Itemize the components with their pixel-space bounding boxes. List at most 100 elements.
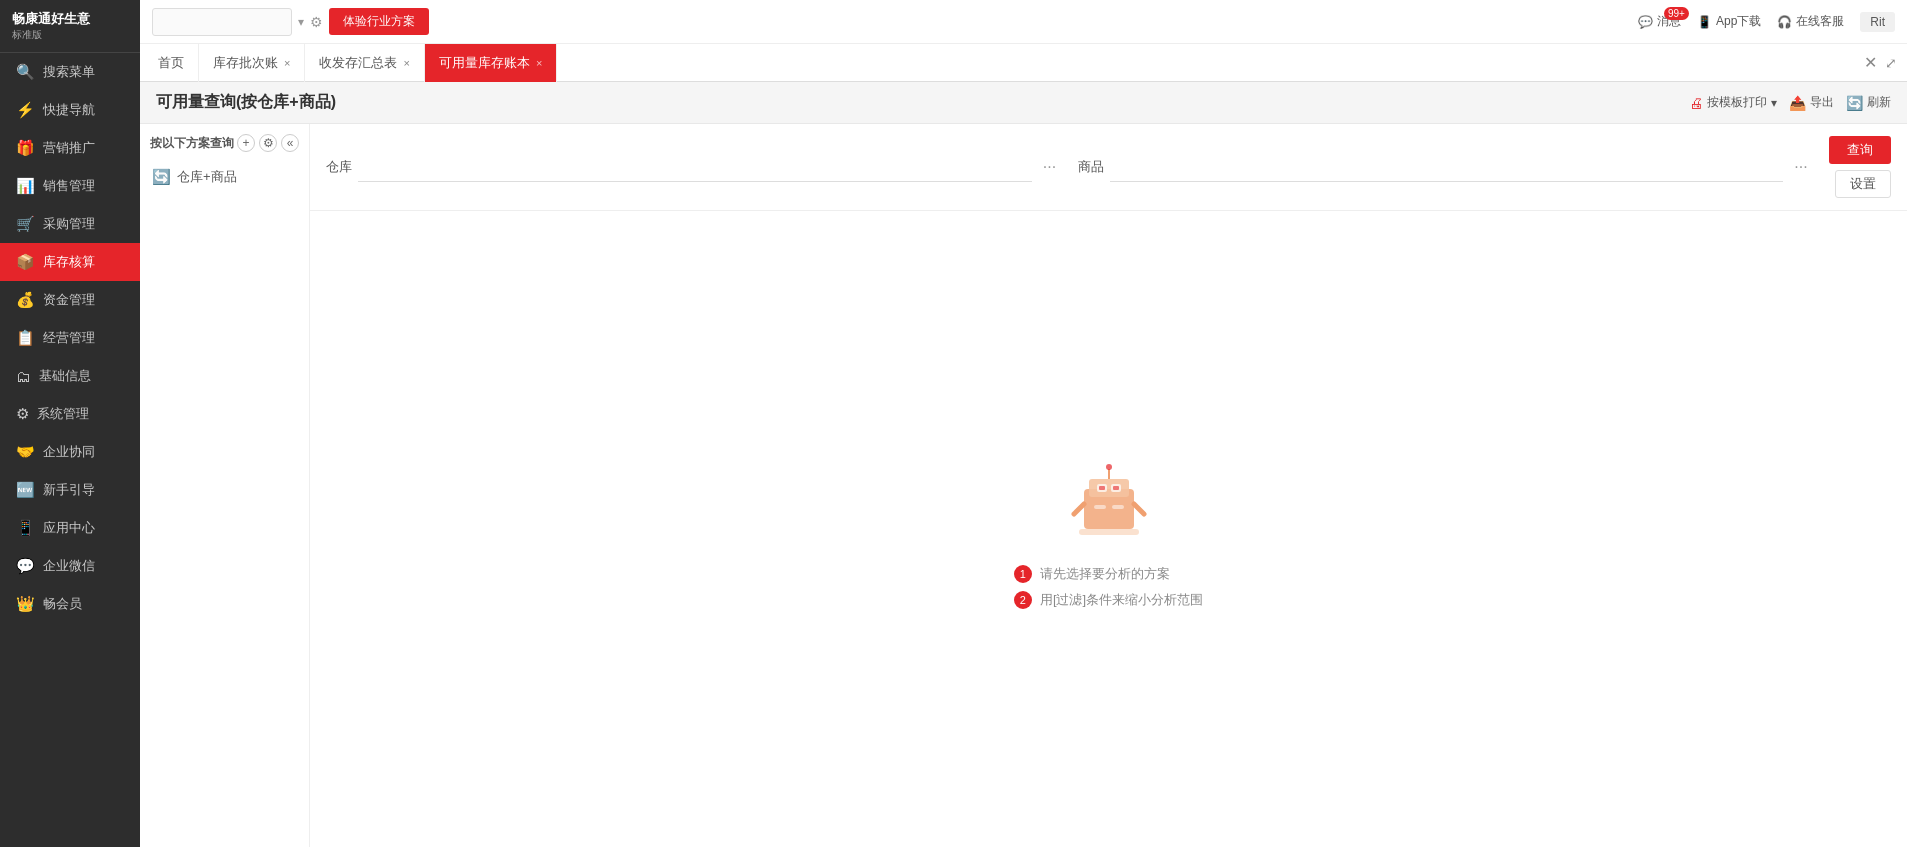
svg-line-9 (1134, 504, 1144, 514)
app-icon: 📱 (1697, 15, 1712, 29)
export-icon: 📤 (1789, 95, 1806, 111)
svg-rect-5 (1113, 486, 1119, 490)
search-input[interactable] (152, 8, 292, 36)
sidebar-item-quick-nav[interactable]: ⚡快捷导航 (0, 91, 140, 129)
empty-tip-1: 1 请先选择要分析的方案 (1014, 565, 1203, 583)
tab-batch-close-icon[interactable]: × (284, 57, 290, 69)
sidebar-item-marketing[interactable]: 🎁营销推广 (0, 129, 140, 167)
goods-input[interactable] (1110, 152, 1784, 182)
sidebar-item-label-base-info: 基础信息 (39, 367, 91, 385)
tab-available-close-icon[interactable]: × (536, 57, 542, 69)
tab-receive-close-icon[interactable]: × (403, 57, 409, 69)
base-info-icon: 🗂 (16, 368, 31, 385)
sidebar-item-wechat[interactable]: 💬企业微信 (0, 547, 140, 585)
close-all-tabs-icon[interactable]: ✕ (1864, 53, 1877, 72)
warehouse-filter-field: 仓库 ··· (326, 152, 1062, 182)
sidebar-item-label-marketing: 营销推广 (43, 139, 95, 157)
refresh-button[interactable]: 🔄 刷新 (1846, 94, 1891, 111)
print-icon: 🖨 (1689, 95, 1703, 111)
add-scheme-button[interactable]: + (237, 134, 255, 152)
sidebar-item-operations[interactable]: 📋经营管理 (0, 319, 140, 357)
right-panel: 仓库 ··· 商品 ··· 查询 设置 (310, 124, 1907, 847)
sidebar-item-label-operations: 经营管理 (43, 329, 95, 347)
inventory-icon: 📦 (16, 253, 35, 271)
svg-rect-10 (1079, 529, 1139, 535)
sidebar-item-inventory[interactable]: 📦库存核算 (0, 243, 140, 281)
user-profile-button[interactable]: Rit (1860, 12, 1895, 32)
scheme-header-title: 按以下方案查询 (150, 135, 234, 152)
scheme-warehouse-goods[interactable]: 🔄 仓库+商品 (140, 160, 309, 194)
sidebar-item-label-search: 搜索菜单 (43, 63, 95, 81)
sidebar-item-label-sales: 销售管理 (43, 177, 95, 195)
warehouse-more-button[interactable]: ··· (1038, 155, 1062, 179)
sidebar-item-label-newbie: 新手引导 (43, 481, 95, 499)
refresh-icon: 🔄 (1846, 95, 1863, 111)
purchase-icon: 🛒 (16, 215, 35, 233)
online-service-button[interactable]: 🎧 在线客服 (1777, 13, 1844, 30)
svg-rect-6 (1094, 505, 1106, 509)
sidebar-scroll: 🔍搜索菜单⚡快捷导航🎁营销推广📊销售管理 🛒 采购管理 📦库存核算💰资金管理📋经营管理… (0, 53, 140, 847)
service-label: 在线客服 (1796, 13, 1844, 30)
collapse-scheme-button[interactable]: « (281, 134, 299, 152)
tip-text-2: 用[过滤]条件来缩小分析范围 (1040, 591, 1203, 609)
sidebar-item-label-wechat: 企业微信 (43, 557, 95, 575)
sidebar-item-finance[interactable]: 💰资金管理 (0, 281, 140, 319)
sidebar-item-sales[interactable]: 📊销售管理 (0, 167, 140, 205)
scheme-header: 按以下方案查询 + ⚙ « (140, 134, 309, 160)
settings-button[interactable]: 设置 (1835, 170, 1891, 198)
svg-rect-1 (1089, 479, 1129, 497)
svg-point-12 (1106, 464, 1112, 470)
trial-button[interactable]: 体验行业方案 (329, 8, 429, 35)
sidebar-item-newbie[interactable]: 🆕新手引导 (0, 471, 140, 509)
gear-icon[interactable]: ⚙ (310, 14, 323, 30)
topbar: ▾ ⚙ 体验行业方案 💬 消息 99+ 📱 App下载 🎧 在线客服 Rit (140, 0, 1907, 44)
warehouse-input[interactable] (358, 152, 1032, 182)
app-download-button[interactable]: 📱 App下载 (1697, 13, 1761, 30)
finance-icon: 💰 (16, 291, 35, 309)
tip-text-1: 请先选择要分析的方案 (1040, 565, 1170, 583)
app-label: App下载 (1716, 13, 1761, 30)
empty-tip-2: 2 用[过滤]条件来缩小分析范围 (1014, 591, 1203, 609)
settings-scheme-button[interactable]: ⚙ (259, 134, 277, 152)
goods-more-button[interactable]: ··· (1789, 155, 1813, 179)
scheme-panel: 按以下方案查询 + ⚙ « 🔄 仓库+商品 (140, 124, 310, 847)
logo-sub: 标准版 (12, 28, 128, 42)
empty-illustration (1059, 449, 1159, 549)
expand-icon[interactable]: ⤢ (1885, 55, 1897, 71)
sidebar-item-label-purchase: 采购管理 (43, 215, 95, 233)
filter-actions: 查询 设置 (1829, 136, 1891, 198)
tab-available-ledger[interactable]: 可用量库存账本 × (425, 44, 557, 82)
goods-filter-field: 商品 ··· (1078, 152, 1814, 182)
export-button[interactable]: 📤 导出 (1789, 94, 1834, 111)
sidebar-logo: 畅康通好生意 标准版 (0, 0, 140, 53)
svg-rect-7 (1112, 505, 1124, 509)
page-title: 可用量查询(按仓库+商品) (156, 92, 336, 113)
sidebar-item-purchase[interactable]: 🛒 采购管理 (0, 205, 140, 243)
sidebar-item-app-center[interactable]: 📱应用中心 (0, 509, 140, 547)
tab-receive-label: 收发存汇总表 (319, 54, 397, 72)
tab-batch-account[interactable]: 库存批次账 × (199, 44, 305, 82)
print-button[interactable]: 🖨 按模板打印 ▾ (1689, 94, 1777, 111)
sidebar-item-search[interactable]: 🔍搜索菜单 (0, 53, 140, 91)
chevron-down-icon[interactable]: ▾ (298, 15, 304, 29)
empty-tips: 1 请先选择要分析的方案 2 用[过滤]条件来缩小分析范围 (1014, 565, 1203, 609)
tab-home-label: 首页 (158, 54, 184, 72)
tab-receive-summary[interactable]: 收发存汇总表 × (305, 44, 424, 82)
tip-num-1: 1 (1014, 565, 1032, 583)
main-area: ▾ ⚙ 体验行业方案 💬 消息 99+ 📱 App下载 🎧 在线客服 Rit (140, 0, 1907, 847)
filter-row: 仓库 ··· 商品 ··· 查询 设置 (310, 124, 1907, 211)
print-chevron-icon: ▾ (1771, 96, 1777, 110)
sidebar-item-base-info[interactable]: 🗂 基础信息 (0, 357, 140, 395)
tabbar: 首页 库存批次账 × 收发存汇总表 × 可用量库存账本 × ✕ ⤢ (140, 44, 1907, 82)
query-button[interactable]: 查询 (1829, 136, 1891, 164)
message-button[interactable]: 💬 消息 99+ (1638, 13, 1681, 30)
sidebar-item-member[interactable]: 👑畅会员 (0, 585, 140, 623)
print-label: 按模板打印 (1707, 94, 1767, 111)
user-label: Rit (1870, 15, 1885, 29)
sidebar-item-system[interactable]: ⚙系统管理 (0, 395, 140, 433)
svg-line-8 (1074, 504, 1084, 514)
tab-home[interactable]: 首页 (144, 44, 199, 82)
page-actions: 🖨 按模板打印 ▾ 📤 导出 🔄 刷新 (1689, 94, 1891, 111)
sidebar: 畅康通好生意 标准版 🔍搜索菜单⚡快捷导航🎁营销推广📊销售管理 🛒 采购管理 📦库存核… (0, 0, 140, 847)
sidebar-item-coop[interactable]: 🤝企业协同 (0, 433, 140, 471)
